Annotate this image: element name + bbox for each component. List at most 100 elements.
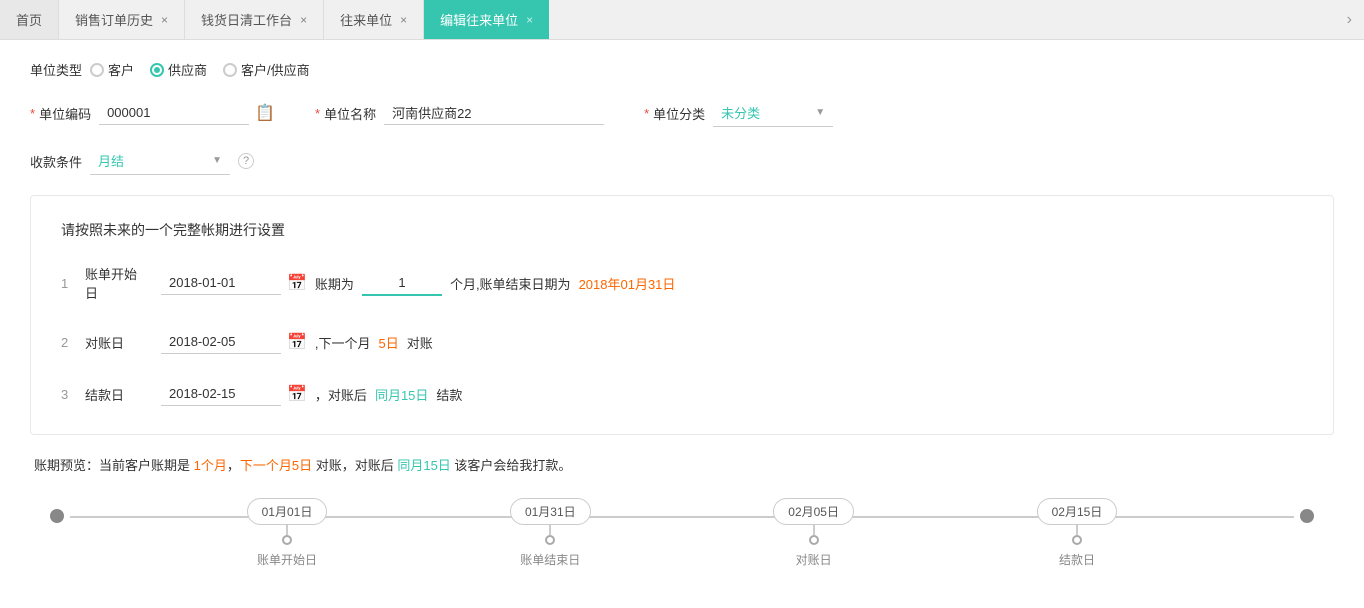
radio-both-circle <box>223 63 237 77</box>
unit-code-label: 单位编码 <box>39 104 91 123</box>
tab-sales-history[interactable]: 销售订单历史 × <box>59 0 185 39</box>
payment-terms-dropdown[interactable]: 月结 ▼ <box>90 147 230 175</box>
tab-home-label: 首页 <box>16 10 42 29</box>
timeline-node-1: 01月01日 账单开始日 <box>247 498 328 568</box>
more-tabs-button[interactable]: › <box>1335 0 1364 39</box>
unit-code-star: * <box>30 106 35 121</box>
unit-info-row: * 单位编码 📋 * 单位名称 * 单位分类 未分类 ▼ <box>30 99 1334 127</box>
period-text-3a: ，对账后 <box>315 385 367 404</box>
tab-cash-work[interactable]: 钱货日清工作台 × <box>185 0 324 39</box>
preview-part2: 下一个月5日 <box>240 458 312 473</box>
tab-bar: 首页 销售订单历史 × 钱货日清工作台 × 往来单位 × 编辑往来单位 × › <box>0 0 1364 40</box>
period-num-1: 1 <box>61 276 85 291</box>
unit-name-input[interactable] <box>384 101 604 125</box>
radio-customer[interactable]: 客户 <box>90 60 134 79</box>
main-content: 单位类型 客户 供应商 客户/供应商 * 单位编码 📋 * 单位名称 <box>0 40 1364 608</box>
node-3-dot <box>809 535 819 545</box>
unit-code-group: * 单位编码 📋 <box>30 101 275 125</box>
period-reconcile-highlight: 5日 <box>379 333 399 352</box>
period-field-label-1: 账单开始日 <box>85 264 145 302</box>
tab-cash-work-close[interactable]: × <box>300 13 307 27</box>
period-num-3: 3 <box>61 387 85 402</box>
timeline-container: 01月01日 账单开始日 01月31日 账单结束日 02月05日 对账日 <box>30 498 1334 568</box>
period-start-date-input[interactable] <box>161 271 281 295</box>
node-4-dot <box>1072 535 1082 545</box>
preview-part1: 1个月 <box>194 458 227 473</box>
node-3-stem <box>813 525 815 535</box>
timeline-node-4: 02月15日 结款日 <box>1037 498 1118 568</box>
radio-both-label: 客户/供应商 <box>241 60 310 79</box>
period-reconcile-cal-icon[interactable]: 📅 <box>287 332 307 352</box>
node-4-tag: 02月15日 <box>1037 498 1118 525</box>
tab-partner[interactable]: 往来单位 × <box>324 0 424 39</box>
preview-section: 账期预览：当前客户账期是 1个月，下一个月5日 对账，对账后 同月15日 该客户… <box>30 455 1334 474</box>
period-field-label-2: 对账日 <box>85 333 145 352</box>
period-row-3: 3 结款日 📅 ，对账后 同月15日 结款 <box>61 382 1303 406</box>
period-payment-highlight: 同月15日 <box>375 385 428 404</box>
unit-type-label: 单位类型 <box>30 60 82 79</box>
tab-sales-history-close[interactable]: × <box>161 13 168 27</box>
unit-category-dropdown[interactable]: 未分类 ▼ <box>713 99 833 127</box>
radio-both[interactable]: 客户/供应商 <box>223 60 310 79</box>
payment-terms-value: 月结 <box>98 151 208 170</box>
preview-mid2: 对账，对账后 <box>312 458 397 473</box>
node-3-label: 对账日 <box>796 551 832 568</box>
unit-name-star: * <box>315 106 320 121</box>
preview-mid1: ， <box>227 458 240 473</box>
period-payment-cal-icon[interactable]: 📅 <box>287 384 307 404</box>
period-text-1b: 个月,账单结束日期为 <box>450 274 571 293</box>
period-reconcile-date-input[interactable] <box>161 330 281 354</box>
radio-customer-label: 客户 <box>108 60 134 79</box>
end-dot <box>1300 509 1314 523</box>
preview-suffix: 该客户会给我打款。 <box>451 458 572 473</box>
tab-edit-partner-close[interactable]: × <box>526 13 533 27</box>
preview-part3: 同月15日 <box>397 458 450 473</box>
period-payment-date-input[interactable] <box>161 382 281 406</box>
period-text-2a: ,下一个月 <box>315 333 371 352</box>
tab-cash-work-label: 钱货日清工作台 <box>201 10 292 29</box>
timeline-node-2: 01月31日 账单结束日 <box>510 498 591 568</box>
period-row-2: 2 对账日 📅 ,下一个月 5日 对账 <box>61 330 1303 354</box>
preview-prefix: 账期预览：当前客户账期是 <box>34 458 194 473</box>
payment-terms-label: 收款条件 <box>30 152 82 171</box>
period-start-cal-icon[interactable]: 📅 <box>287 273 307 293</box>
unit-code-input[interactable] <box>99 101 249 125</box>
tab-partner-label: 往来单位 <box>340 10 392 29</box>
tab-sales-history-label: 销售订单历史 <box>75 10 153 29</box>
period-num-2: 2 <box>61 335 85 350</box>
radio-customer-circle <box>90 63 104 77</box>
unit-code-copy-icon[interactable]: 📋 <box>255 103 275 123</box>
node-4-stem <box>1076 525 1078 535</box>
node-3-tag: 02月05日 <box>773 498 854 525</box>
payment-terms-help-icon[interactable]: ? <box>238 153 254 169</box>
node-2-dot <box>545 535 555 545</box>
unit-category-value: 未分类 <box>721 103 811 122</box>
node-1-label: 账单开始日 <box>257 551 317 568</box>
node-1-stem <box>286 525 288 535</box>
period-row-1: 1 账单开始日 📅 账期为 个月,账单结束日期为 2018年01月31日 <box>61 264 1303 302</box>
radio-supplier-label: 供应商 <box>168 60 207 79</box>
unit-type-row: 单位类型 客户 供应商 客户/供应商 <box>30 60 1334 79</box>
period-text-2b: 对账 <box>407 333 433 352</box>
node-2-label: 账单结束日 <box>520 551 580 568</box>
period-months-input[interactable] <box>362 271 442 296</box>
unit-category-arrow: ▼ <box>815 107 825 118</box>
unit-category-group: * 单位分类 未分类 ▼ <box>644 99 833 127</box>
start-dot <box>50 509 64 523</box>
timeline-end-dot <box>1300 498 1314 523</box>
radio-supplier[interactable]: 供应商 <box>150 60 207 79</box>
node-1-dot <box>282 535 292 545</box>
tab-edit-partner-label: 编辑往来单位 <box>440 10 518 29</box>
timeline-start-dot <box>50 498 64 523</box>
period-field-label-3: 结款日 <box>85 385 145 404</box>
node-2-stem <box>549 525 551 535</box>
tab-partner-close[interactable]: × <box>400 13 407 27</box>
unit-category-star: * <box>644 106 649 121</box>
unit-type-radio-group: 客户 供应商 客户/供应商 <box>90 60 310 79</box>
tab-edit-partner[interactable]: 编辑往来单位 × <box>424 0 549 39</box>
node-4-label: 结款日 <box>1059 551 1095 568</box>
timeline-node-3: 02月05日 对账日 <box>773 498 854 568</box>
unit-category-label: 单位分类 <box>653 104 705 123</box>
tab-home[interactable]: 首页 <box>0 0 59 39</box>
node-2-tag: 01月31日 <box>510 498 591 525</box>
